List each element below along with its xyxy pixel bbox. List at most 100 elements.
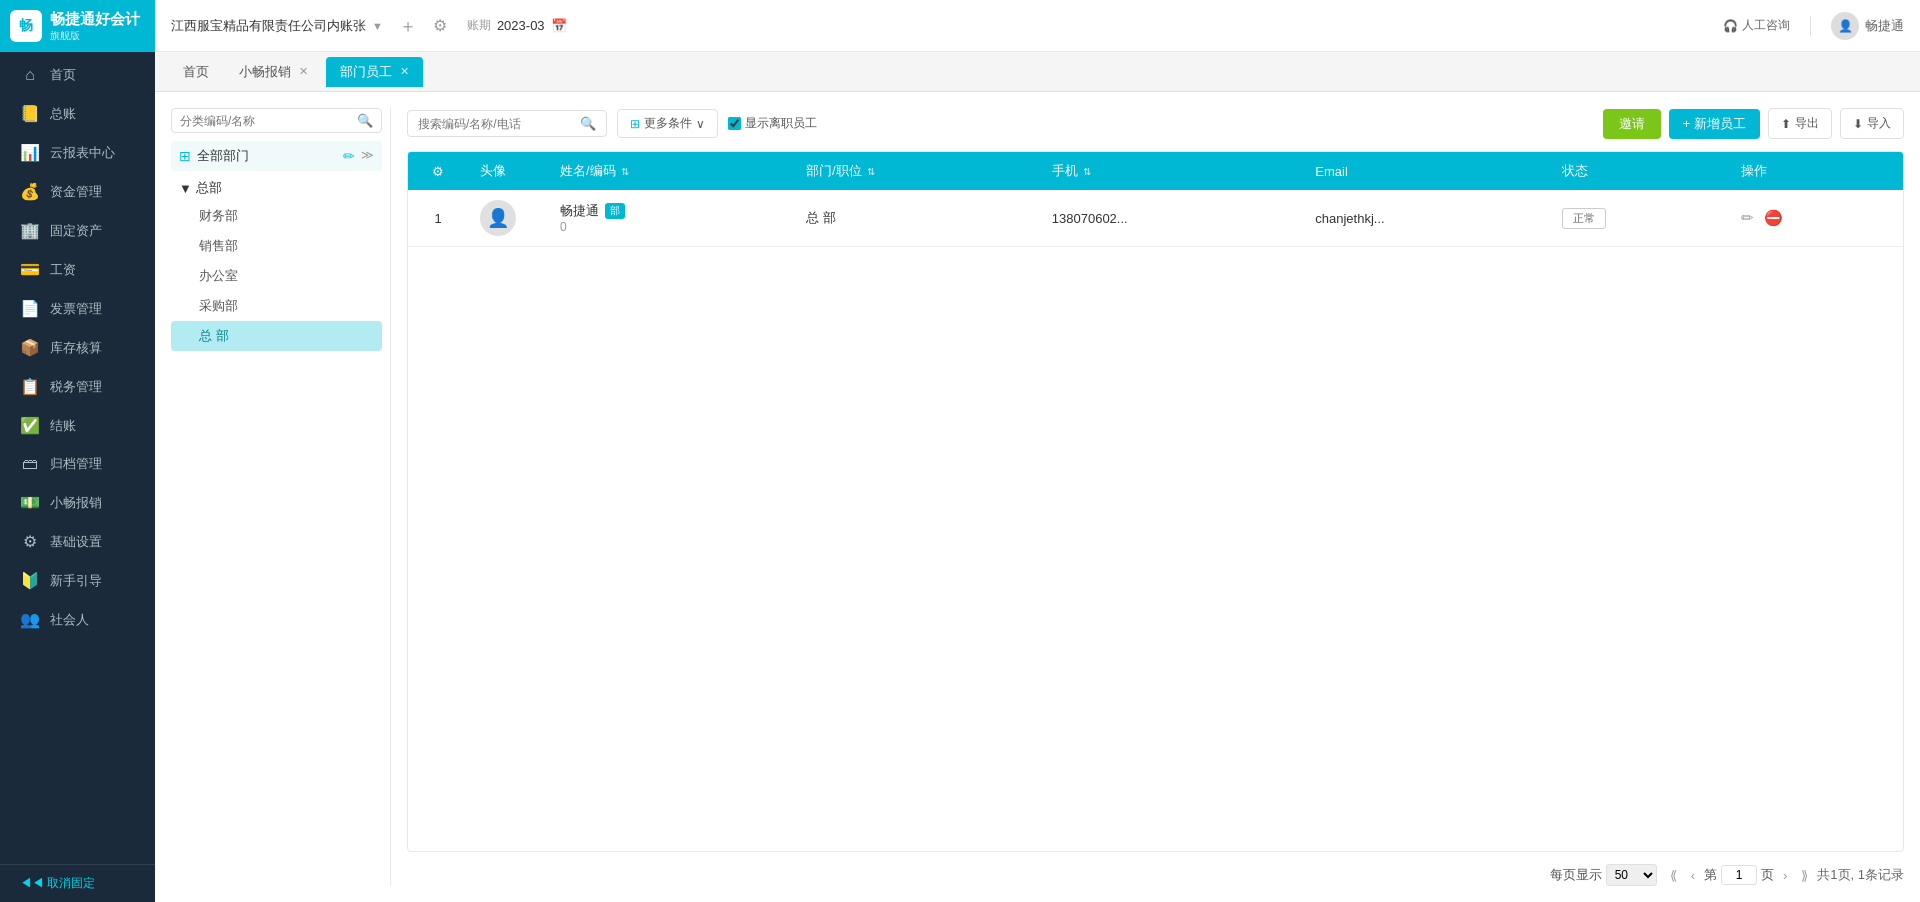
filter-dropdown-icon: ∨	[696, 117, 705, 131]
sidebar-item-salary[interactable]: 💳 工资	[0, 250, 155, 289]
sidebar-item-label: 基础设置	[50, 533, 102, 551]
home-icon: ⌂	[20, 66, 40, 84]
all-departments-header[interactable]: ⊞ 全部部门 ✏ ≫	[171, 141, 382, 171]
invite-button[interactable]: 邀请	[1603, 109, 1661, 139]
sidebar-item-ledger[interactable]: 📒 总账	[0, 94, 155, 133]
ledger-icon: 📒	[20, 104, 40, 123]
dept-item-office[interactable]: 办公室	[171, 261, 382, 291]
sidebar-item-tax[interactable]: 📋 税务管理	[0, 367, 155, 406]
show-resigned-checkbox[interactable]: 显示离职员工	[728, 115, 817, 132]
sidebar-item-label: 归档管理	[50, 455, 102, 473]
sidebar-item-funds[interactable]: 💰 资金管理	[0, 172, 155, 211]
social-icon: 👥	[20, 610, 40, 629]
app-name: 畅捷通好会计	[50, 10, 140, 29]
filter-label: 更多条件	[644, 115, 692, 132]
dept-item-sales[interactable]: 销售部	[171, 231, 382, 261]
dept-search-icon[interactable]: 🔍	[357, 113, 373, 128]
page-input[interactable]	[1721, 865, 1757, 885]
close-period-icon: ✅	[20, 416, 40, 435]
th-dept: 部门/职位 ⇅	[794, 152, 1040, 190]
import-icon: ⬇	[1853, 117, 1863, 131]
sidebar-item-label: 结账	[50, 417, 76, 435]
page-label: 第	[1704, 866, 1717, 884]
add-company-button[interactable]: ＋	[395, 14, 421, 38]
first-page-button[interactable]: ⟪	[1665, 866, 1682, 885]
name-sort-icon[interactable]: ⇅	[621, 166, 629, 177]
show-resigned-input[interactable]	[728, 117, 741, 130]
sidebar-item-settings[interactable]: ⚙ 基础设置	[0, 522, 155, 561]
emp-table: ⚙ 头像 姓名/编码 ⇅ 部门/职位 ⇅ 手机 ⇅	[407, 151, 1904, 852]
sidebar-item-inventory[interactable]: 📦 库存核算	[0, 328, 155, 367]
dept-item-finance[interactable]: 财务部	[171, 201, 382, 231]
tab-department[interactable]: 部门员工 ✕	[326, 57, 423, 87]
sidebar-item-reports[interactable]: 📊 云报表中心	[0, 133, 155, 172]
sidebar-item-social[interactable]: 👥 社会人	[0, 600, 155, 639]
close-tab-department-icon[interactable]: ✕	[400, 65, 409, 78]
dept-search-input[interactable]	[180, 114, 353, 128]
dept-item-purchase[interactable]: 采购部	[171, 291, 382, 321]
tab-home[interactable]: 首页	[171, 57, 221, 87]
sidebar-item-assets[interactable]: 🏢 固定资产	[0, 211, 155, 250]
tabs-bar: 首页 小畅报销 ✕ 部门员工 ✕	[155, 52, 1920, 92]
emp-dept-badge: 部	[605, 203, 625, 219]
sidebar-item-expense[interactable]: 💵 小畅报销	[0, 483, 155, 522]
th-settings: ⚙	[408, 152, 468, 190]
dept-tree: ▼ 总部 财务部 销售部 办公室 采购部 总 部	[171, 175, 382, 886]
last-page-button[interactable]: ⟫	[1796, 866, 1813, 885]
sidebar-item-archive[interactable]: 🗃 归档管理	[0, 445, 155, 483]
employee-panel: 🔍 ⊞ 更多条件 ∨ 显示离职员工 邀请 + 新增员工	[391, 108, 1904, 886]
calendar-icon[interactable]: 📅	[551, 18, 567, 33]
sidebar-item-close[interactable]: ✅ 结账	[0, 406, 155, 445]
sidebar-item-invoice[interactable]: 📄 发票管理	[0, 289, 155, 328]
user-menu[interactable]: 👤 畅捷通	[1831, 12, 1904, 40]
collapse-dept-icon[interactable]: ≫	[361, 148, 374, 164]
sidebar-item-label: 固定资产	[50, 222, 102, 240]
emp-search-input[interactable]	[418, 117, 574, 131]
assets-icon: 🏢	[20, 221, 40, 240]
company-settings-icon[interactable]: ⚙	[433, 16, 447, 35]
prev-page-button[interactable]: ‹	[1686, 866, 1700, 885]
th-email: Email	[1303, 152, 1549, 190]
add-employee-button[interactable]: + 新增员工	[1669, 109, 1760, 139]
emp-name: 畅捷通	[560, 202, 599, 220]
main-area: 江西服宝精品有限责任公司内账张 ▼ ＋ ⚙ 账期 2023-03 📅 🎧 人工咨…	[155, 0, 1920, 902]
phone-sort-icon[interactable]: ⇅	[1083, 166, 1091, 177]
company-selector[interactable]: 江西服宝精品有限责任公司内账张 ▼	[171, 17, 383, 35]
service-button[interactable]: 🎧 人工咨询	[1723, 17, 1790, 34]
sidebar-item-home[interactable]: ⌂ 首页	[0, 56, 155, 94]
emp-code: 0	[560, 220, 782, 234]
sidebar-logo: 畅 畅捷通好会计 旗舰版	[0, 0, 155, 52]
headset-icon: 🎧	[1723, 19, 1738, 33]
delete-employee-icon[interactable]: ⛔	[1764, 209, 1783, 227]
page-size-select[interactable]: 20 50 100	[1606, 864, 1657, 886]
close-tab-expense-icon[interactable]: ✕	[299, 65, 308, 78]
filter-button[interactable]: ⊞ 更多条件 ∨	[617, 109, 718, 138]
tab-expense-label: 小畅报销	[239, 63, 291, 81]
th-phone: 手机 ⇅	[1040, 152, 1303, 190]
settings-col-icon[interactable]: ⚙	[432, 164, 444, 179]
salary-icon: 💳	[20, 260, 40, 279]
dept-sort-icon[interactable]: ⇅	[867, 166, 875, 177]
table-row: 1 👤 畅捷通 部 0	[408, 190, 1903, 247]
th-action: 操作	[1729, 152, 1903, 190]
row-avatar: 👤	[468, 190, 548, 247]
page-size-label: 每页显示	[1550, 866, 1602, 884]
export-icon: ⬆	[1781, 117, 1791, 131]
row-email: chanjethkj...	[1303, 190, 1549, 247]
dept-item-general[interactable]: 总 部	[171, 321, 382, 351]
tab-expense[interactable]: 小畅报销 ✕	[225, 57, 322, 87]
edit-employee-icon[interactable]: ✏	[1741, 209, 1754, 227]
import-button[interactable]: ⬇ 导入	[1840, 108, 1904, 139]
row-name: 畅捷通 部 0	[548, 190, 794, 247]
edit-dept-icon[interactable]: ✏	[343, 148, 355, 164]
sidebar-item-guide[interactable]: 🔰 新手引导	[0, 561, 155, 600]
show-resigned-label: 显示离职员工	[745, 115, 817, 132]
export-button[interactable]: ⬆ 导出	[1768, 108, 1832, 139]
next-page-button[interactable]: ›	[1778, 866, 1792, 885]
avatar: 👤	[1831, 12, 1859, 40]
sidebar-unpin-button[interactable]: ◀◀ 取消固定	[0, 864, 155, 902]
emp-search-icon[interactable]: 🔍	[580, 116, 596, 131]
sidebar-item-label: 总账	[50, 105, 76, 123]
row-status: 正常	[1550, 190, 1729, 247]
app-edition: 旗舰版	[50, 29, 140, 43]
